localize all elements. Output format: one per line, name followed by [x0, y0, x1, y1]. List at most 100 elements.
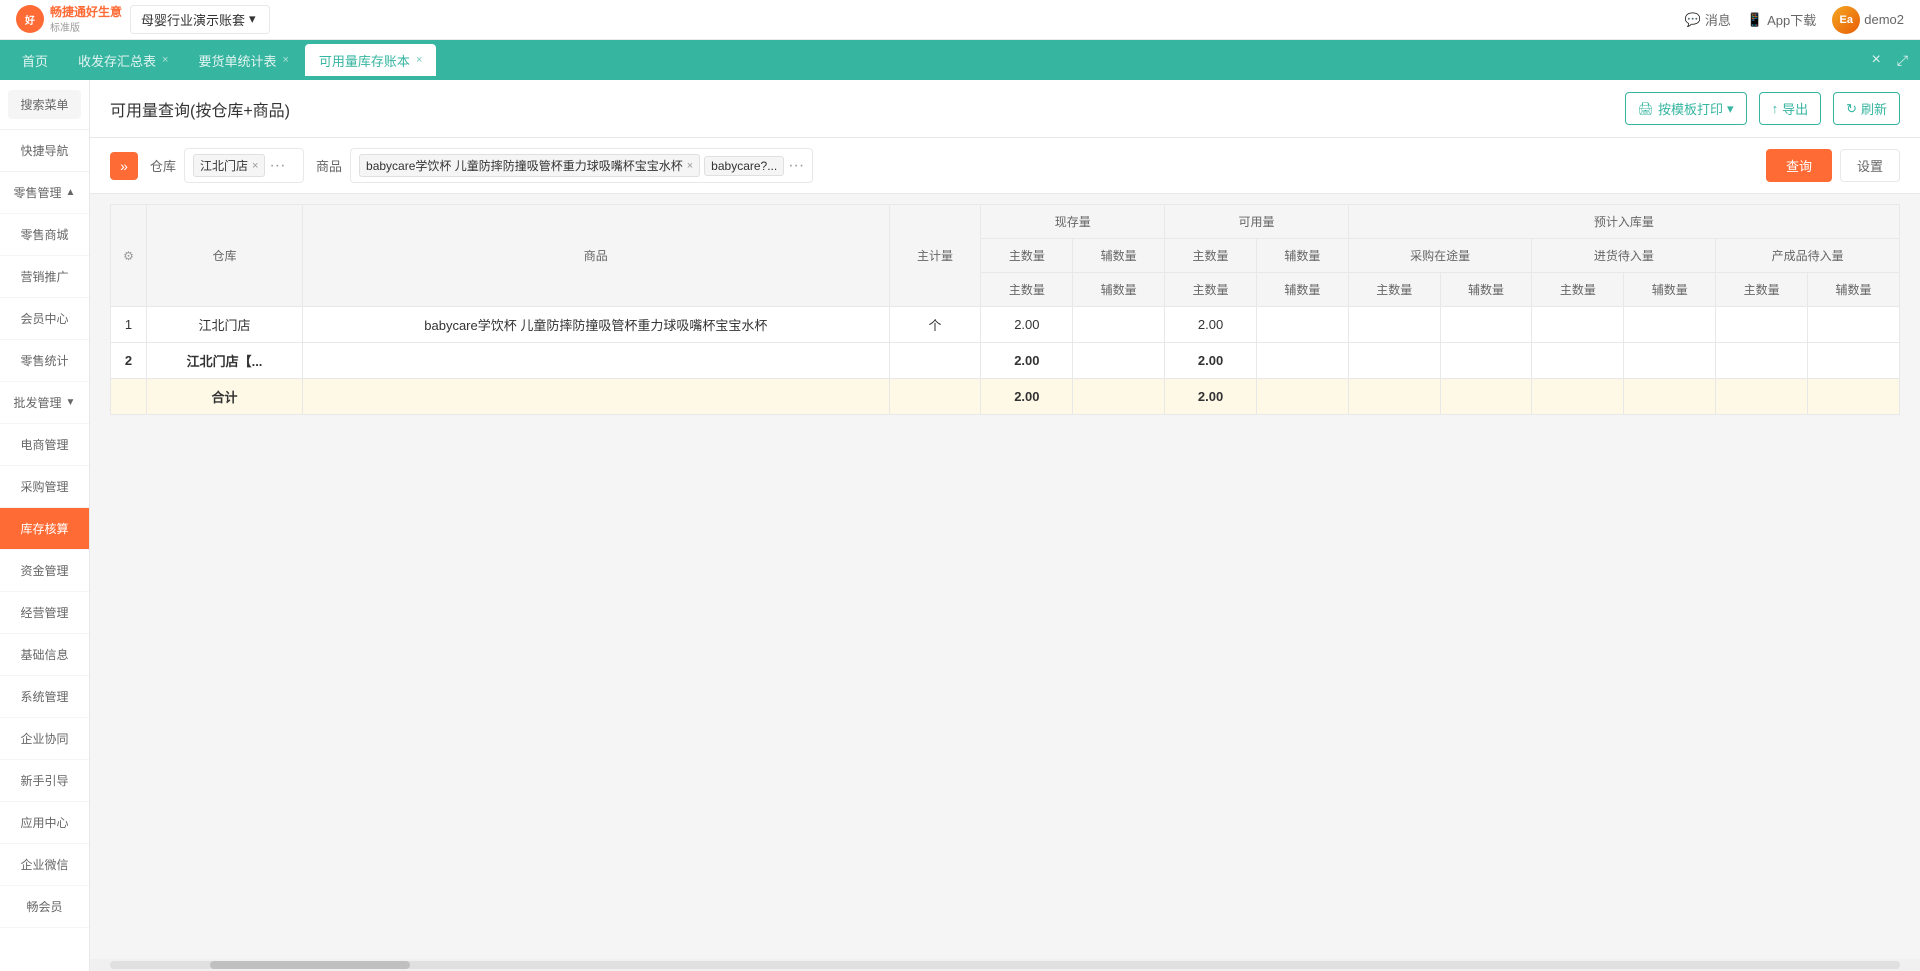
sidebar-item-retail-mall[interactable]: 零售商城: [0, 214, 89, 256]
query-btn[interactable]: 查询: [1766, 149, 1832, 182]
product-tag-2-value: babycare?...: [711, 159, 777, 173]
sidebar-item-inventory[interactable]: 库存核算: [0, 508, 89, 550]
column-settings-icon[interactable]: ⚙: [123, 249, 134, 263]
tab-home[interactable]: 首页: [8, 44, 62, 76]
warehouse-tag-remove[interactable]: ×: [252, 160, 258, 172]
th-current-main: 主数量: [981, 239, 1073, 273]
row1-product: babycare学饮杯 儿童防摔防撞吸管杯重力球吸嘴杯宝宝水杯: [303, 307, 890, 343]
tab-available-stock[interactable]: 可用量库存账本 ×: [305, 44, 436, 76]
sidebar-label-basic-info: 基础信息: [20, 646, 68, 663]
sidebar-item-retail-stats[interactable]: 零售统计: [0, 340, 89, 382]
sidebar-item-member[interactable]: 会员中心: [0, 298, 89, 340]
row2-current-aux: [1073, 343, 1165, 379]
filter-area: » 仓库 江北门店 × ··· 商品 babycare学饮杯 儿童防摔防撞吸管杯…: [90, 138, 1920, 194]
refresh-btn[interactable]: ↻ 刷新: [1833, 92, 1900, 125]
user-area[interactable]: Ea demo2: [1832, 6, 1904, 34]
refresh-icon: ↻: [1846, 101, 1857, 117]
scroll-track[interactable]: [110, 961, 1900, 969]
sidebar-label-sys-mgmt: 系统管理: [20, 688, 68, 705]
sidebar-item-marketing[interactable]: 营销推广: [0, 256, 89, 298]
top-bar: 好 畅捷通好生意 标准版 母婴行业演示账套 ▾ 💬 消息 📱 App下载 Ea …: [0, 0, 1920, 40]
row1-available-main: 2.00: [1165, 307, 1257, 343]
expand-icon: »: [120, 158, 128, 174]
sidebar-label-marketing: 营销推广: [20, 268, 68, 285]
sidebar-item-wholesale[interactable]: 批发管理 ▼: [0, 382, 89, 424]
sidebar-item-ecommerce[interactable]: 电商管理: [0, 424, 89, 466]
sidebar-item-app-center[interactable]: 应用中心: [0, 802, 89, 844]
filter-expand-btn[interactable]: »: [110, 152, 138, 180]
tab-collection-close[interactable]: ×: [162, 54, 168, 66]
sidebar-item-enterprise-wechat[interactable]: 企业微信: [0, 844, 89, 886]
table-container: ⚙ 仓库 商品 主计量 现存量 可用量 预计入库量 主数量 辅数量 主数量 辅数…: [90, 194, 1920, 959]
content-area: 可用量查询(按仓库+商品) 🖨 按模板打印 ▾ ↑ 导出 ↻ 刷新: [90, 80, 1920, 971]
th-forecast-in: 预计入库量: [1348, 205, 1899, 239]
sidebar-label-retail-stats: 零售统计: [20, 352, 68, 369]
sidebar-item-guide[interactable]: 新手引导: [0, 760, 89, 802]
tab-collection[interactable]: 收发存汇总表 ×: [64, 44, 182, 76]
sidebar-label-ecommerce: 电商管理: [20, 436, 68, 453]
sidebar-item-member-vip[interactable]: 畅会员: [0, 886, 89, 928]
settings-btn[interactable]: 设置: [1840, 149, 1900, 182]
filter-product-field: 商品 babycare学饮杯 儿童防摔防撞吸管杯重力球吸嘴杯宝宝水杯 × bab…: [316, 148, 813, 183]
footer-available-main: 2.00: [1165, 379, 1257, 415]
app-download-btn[interactable]: 📱 App下载: [1747, 10, 1816, 29]
sidebar-item-basic-info[interactable]: 基础信息: [0, 634, 89, 676]
export-btn[interactable]: ↑ 导出: [1759, 92, 1822, 125]
sidebar: 搜索菜单 快捷导航 零售管理 ▲ 零售商城 营销推广 会员中心 零售统计 批发管…: [0, 80, 90, 971]
sidebar-item-operation[interactable]: 经营管理: [0, 592, 89, 634]
sidebar-item-enterprise[interactable]: 企业协同: [0, 718, 89, 760]
sidebar-quick-nav-label[interactable]: 快捷导航: [8, 138, 81, 163]
sidebar-label-member-vip: 畅会员: [26, 898, 62, 915]
row2-pp-main: [1716, 343, 1808, 379]
table-row-subtotal: 2 江北门店【... 2.00 2.00: [111, 343, 1900, 379]
main-layout: 搜索菜单 快捷导航 零售管理 ▲ 零售商城 营销推广 会员中心 零售统计 批发管…: [0, 80, 1920, 971]
sidebar-item-purchase[interactable]: 采购管理: [0, 466, 89, 508]
warehouse-label: 仓库: [150, 156, 176, 175]
footer-pp-aux: [1808, 379, 1900, 415]
th-pp-aux: 辅数量: [1808, 273, 1900, 307]
printer-icon: 🖨: [1638, 101, 1655, 117]
footer-empty2: [303, 379, 890, 415]
row2-unit: [889, 343, 981, 379]
sidebar-label-operation: 经营管理: [20, 604, 68, 621]
logo-area: 好 畅捷通好生意 标准版: [16, 5, 122, 34]
footer-available-aux: [1256, 379, 1348, 415]
nav-expand-btn[interactable]: ⤢: [1893, 48, 1912, 73]
tab-order-stat[interactable]: 要货单统计表 ×: [184, 44, 302, 76]
th-settings: ⚙: [111, 205, 147, 307]
nav-close-all-btn[interactable]: ×: [1867, 47, 1884, 73]
row2-ip-main: [1532, 343, 1624, 379]
scroll-thumb[interactable]: [210, 961, 410, 969]
row2-product: [303, 343, 890, 379]
page-title: 可用量查询(按仓库+商品): [110, 97, 290, 121]
product-dots[interactable]: ···: [788, 157, 804, 175]
th-po-aux: 辅数量: [1440, 273, 1532, 307]
sidebar-item-sys-mgmt[interactable]: 系统管理: [0, 676, 89, 718]
chevron-icon-wholesale: ▼: [66, 397, 76, 408]
row1-current-main: 2.00: [981, 307, 1073, 343]
message-btn[interactable]: 💬 消息: [1685, 10, 1731, 29]
row1-ip-main: [1532, 307, 1624, 343]
warehouse-input[interactable]: 江北门店 × ···: [184, 148, 304, 183]
industry-selector[interactable]: 母婴行业演示账套 ▾: [130, 5, 270, 34]
tab-available-stock-close[interactable]: ×: [416, 54, 422, 66]
sidebar-label-inventory: 库存核算: [20, 520, 68, 537]
row1-index: 1: [111, 307, 147, 343]
template-print-btn[interactable]: 🖨 按模板打印 ▾: [1625, 92, 1747, 125]
top-bar-left: 好 畅捷通好生意 标准版 母婴行业演示账套 ▾: [16, 5, 270, 34]
product-tag-1-remove[interactable]: ×: [687, 160, 693, 172]
row2-po-main: [1348, 343, 1440, 379]
row2-available-main: 2.00: [1165, 343, 1257, 379]
sidebar-item-finance[interactable]: 资金管理: [0, 550, 89, 592]
sidebar-search-btn[interactable]: 搜索菜单: [8, 90, 81, 119]
th-unit: 主计量: [889, 205, 981, 307]
tab-available-stock-label: 可用量库存账本: [319, 51, 410, 70]
tab-order-stat-close[interactable]: ×: [282, 54, 288, 66]
warehouse-dots[interactable]: ···: [269, 157, 285, 175]
product-input[interactable]: babycare学饮杯 儿童防摔防撞吸管杯重力球吸嘴杯宝宝水杯 × babyca…: [350, 148, 813, 183]
th-available: 可用量: [1165, 205, 1349, 239]
sidebar-item-retail-mgmt[interactable]: 零售管理 ▲: [0, 172, 89, 214]
sidebar-label-member: 会员中心: [20, 310, 68, 327]
row1-current-aux: [1073, 307, 1165, 343]
sidebar-label-finance: 资金管理: [20, 562, 68, 579]
